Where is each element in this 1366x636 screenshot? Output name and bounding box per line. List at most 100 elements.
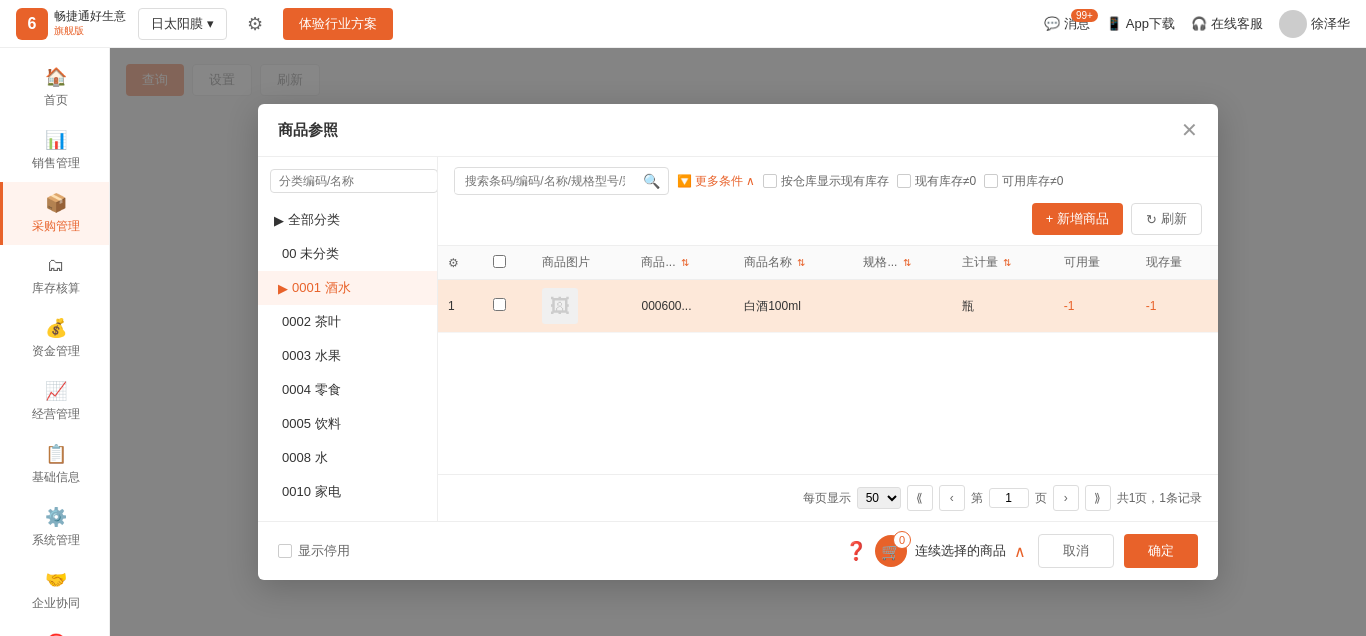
- warehouse-stock-checkbox[interactable]: 按仓库显示现有库存: [763, 173, 889, 190]
- home-icon: 🏠: [45, 66, 67, 88]
- cart-badge: 0: [893, 531, 911, 549]
- confirm-button[interactable]: 确定: [1124, 534, 1198, 568]
- company-dropdown[interactable]: 日太阳膜 ▾: [138, 8, 227, 40]
- pagination-bar: 每页显示 50 ⟪ ‹ 第 页 › ⟫ 共1页，1条记录: [438, 474, 1218, 521]
- show-disabled-checkbox[interactable]: 显示停用: [278, 542, 350, 560]
- nonzero-stock-checkbox[interactable]: 现有库存≠0: [897, 173, 976, 190]
- first-page-button[interactable]: ⟪: [907, 485, 933, 511]
- category-item-appliances[interactable]: 0010 家电: [258, 475, 437, 509]
- checkbox-icon: [984, 174, 998, 188]
- col-unit: 主计量 ⇅: [952, 246, 1054, 280]
- sort-unit-icon[interactable]: ⇅: [1003, 257, 1011, 268]
- sidebar-item-operations[interactable]: 📈 经营管理: [0, 370, 109, 433]
- message-badge: 99+: [1071, 9, 1098, 22]
- category-search-area: 🔍 «: [258, 169, 437, 203]
- sidebar: 🏠 首页 📊 销售管理 📦 采购管理 🗂 库存核算 💰 资金管理 📈 经营管理 …: [0, 48, 110, 636]
- last-page-button[interactable]: ⟫: [1085, 485, 1111, 511]
- product-table: ⚙ 商品图片 商品... ⇅ 商品名称: [438, 246, 1218, 333]
- operations-icon: 📈: [45, 380, 67, 402]
- chevron-down-icon: ▾: [207, 16, 214, 31]
- sort-spec-icon[interactable]: ⇅: [903, 257, 911, 268]
- sort-name-icon[interactable]: ⇅: [797, 257, 805, 268]
- next-page-button[interactable]: ›: [1053, 485, 1079, 511]
- add-product-button[interactable]: + 新增商品: [1032, 203, 1123, 235]
- category-item-liquor[interactable]: ▶ 0001 酒水: [258, 271, 437, 305]
- gear-icon: ⚙: [448, 256, 459, 270]
- category-item-snacks[interactable]: 0004 零食: [258, 373, 437, 407]
- help-icon[interactable]: ❓: [845, 540, 867, 562]
- category-sidebar: 🔍 « ▶ 全部分类 00 未分类 ▶ 0001 酒水: [258, 157, 438, 521]
- product-table-wrap: ⚙ 商品图片 商品... ⇅ 商品名称: [438, 246, 1218, 474]
- disabled-checkbox-icon: [278, 544, 292, 558]
- chevron-up-icon: ∧: [746, 174, 755, 188]
- avatar: [1279, 10, 1307, 38]
- cell-stock: -1: [1136, 280, 1218, 333]
- category-item-beverages[interactable]: 0005 饮料: [258, 407, 437, 441]
- col-stock: 现存量: [1136, 246, 1218, 280]
- headset-icon: 🎧: [1191, 16, 1207, 31]
- cell-unit: 瓶: [952, 280, 1054, 333]
- row-checkbox[interactable]: [493, 298, 506, 311]
- sidebar-item-finance[interactable]: 💰 资金管理: [0, 307, 109, 370]
- category-item-fruit[interactable]: 0003 水果: [258, 339, 437, 373]
- page-size-label: 每页显示: [803, 490, 851, 507]
- online-service-nav-item[interactable]: 🎧 在线客服: [1191, 15, 1263, 33]
- filter-icon: 🔽: [677, 174, 692, 188]
- message-nav-item[interactable]: 💬 消息 99+: [1044, 15, 1090, 33]
- col-gear: ⚙: [438, 246, 483, 280]
- col-code: 商品... ⇅: [631, 246, 734, 280]
- sidebar-item-inventory[interactable]: 🗂 库存核算: [0, 245, 109, 307]
- modal-close-button[interactable]: ✕: [1181, 118, 1198, 142]
- cell-checkbox[interactable]: [483, 280, 531, 333]
- sidebar-item-sales[interactable]: 📊 销售管理: [0, 119, 109, 182]
- sidebar-item-home[interactable]: 🏠 首页: [0, 56, 109, 119]
- cart-icon-wrap: 🛒 0: [875, 535, 907, 567]
- sidebar-item-purchase[interactable]: 📦 采购管理: [0, 182, 109, 245]
- cell-index: 1: [438, 280, 483, 333]
- settings-icon[interactable]: ⚙: [239, 8, 271, 40]
- logo-icon: 6: [16, 8, 48, 40]
- col-name: 商品名称 ⇅: [734, 246, 853, 280]
- category-search-input[interactable]: [270, 169, 438, 193]
- checkbox-icon: [897, 174, 911, 188]
- more-filters-button[interactable]: 🔽 更多条件 ∧: [677, 173, 755, 190]
- enterprise-icon: 🤝: [45, 569, 67, 591]
- nonzero-available-checkbox[interactable]: 可用库存≠0: [984, 173, 1063, 190]
- current-page-input[interactable]: [989, 488, 1029, 508]
- category-item-water[interactable]: 0008 水: [258, 441, 437, 475]
- col-image: 商品图片: [532, 246, 632, 280]
- cell-spec: [853, 280, 952, 333]
- table-row[interactable]: 1 🖼 000600... 白酒100ml 瓶: [438, 280, 1218, 333]
- logo: 6 畅捷通好生意 旗舰版: [16, 8, 126, 40]
- sort-code-icon[interactable]: ⇅: [681, 257, 689, 268]
- collapse-footer-button[interactable]: ∧: [1014, 542, 1026, 561]
- select-all-checkbox[interactable]: [493, 255, 506, 268]
- app-download-nav-item[interactable]: 📱 App下载: [1106, 15, 1175, 33]
- page-size-select[interactable]: 50: [857, 487, 901, 509]
- user-nav-item[interactable]: 徐泽华: [1279, 10, 1350, 38]
- category-item-all[interactable]: ▶ 全部分类: [258, 203, 437, 237]
- basic-info-icon: 📋: [45, 443, 67, 465]
- footer-cart-area: ❓ 🛒 0 连续选择的商品 ∧: [845, 535, 1026, 567]
- sidebar-item-basic-info[interactable]: 📋 基础信息: [0, 433, 109, 496]
- refresh-icon: ↻: [1146, 212, 1157, 227]
- product-search-input[interactable]: [455, 169, 635, 193]
- category-item-tea[interactable]: 0002 茶叶: [258, 305, 437, 339]
- sidebar-item-guide[interactable]: 🎯 新手引导: [0, 622, 109, 636]
- sidebar-item-system[interactable]: ⚙️ 系统管理: [0, 496, 109, 559]
- finance-icon: 💰: [45, 317, 67, 339]
- prev-page-button[interactable]: ‹: [939, 485, 965, 511]
- logo-sub: 旗舰版: [54, 24, 126, 38]
- continue-select-label: 连续选择的商品: [915, 542, 1006, 560]
- trial-button[interactable]: 体验行业方案: [283, 8, 393, 40]
- expand-arrow-icon: ▶: [274, 213, 284, 228]
- active-arrow-icon: ▶: [278, 281, 288, 296]
- modal-right-panel: 🔍 🔽 更多条件 ∧ 按仓库显示现有库存: [438, 157, 1218, 521]
- table-header-row: ⚙ 商品图片 商品... ⇅ 商品名称: [438, 246, 1218, 280]
- cancel-button[interactable]: 取消: [1038, 534, 1114, 568]
- modal-footer: 显示停用 ❓ 🛒 0 连续选择的商品 ∧ 取消 确定: [258, 521, 1218, 580]
- search-button[interactable]: 🔍: [635, 168, 668, 194]
- category-item-unclassified[interactable]: 00 未分类: [258, 237, 437, 271]
- refresh-button[interactable]: ↻ 刷新: [1131, 203, 1202, 235]
- sidebar-item-enterprise[interactable]: 🤝 企业协同: [0, 559, 109, 622]
